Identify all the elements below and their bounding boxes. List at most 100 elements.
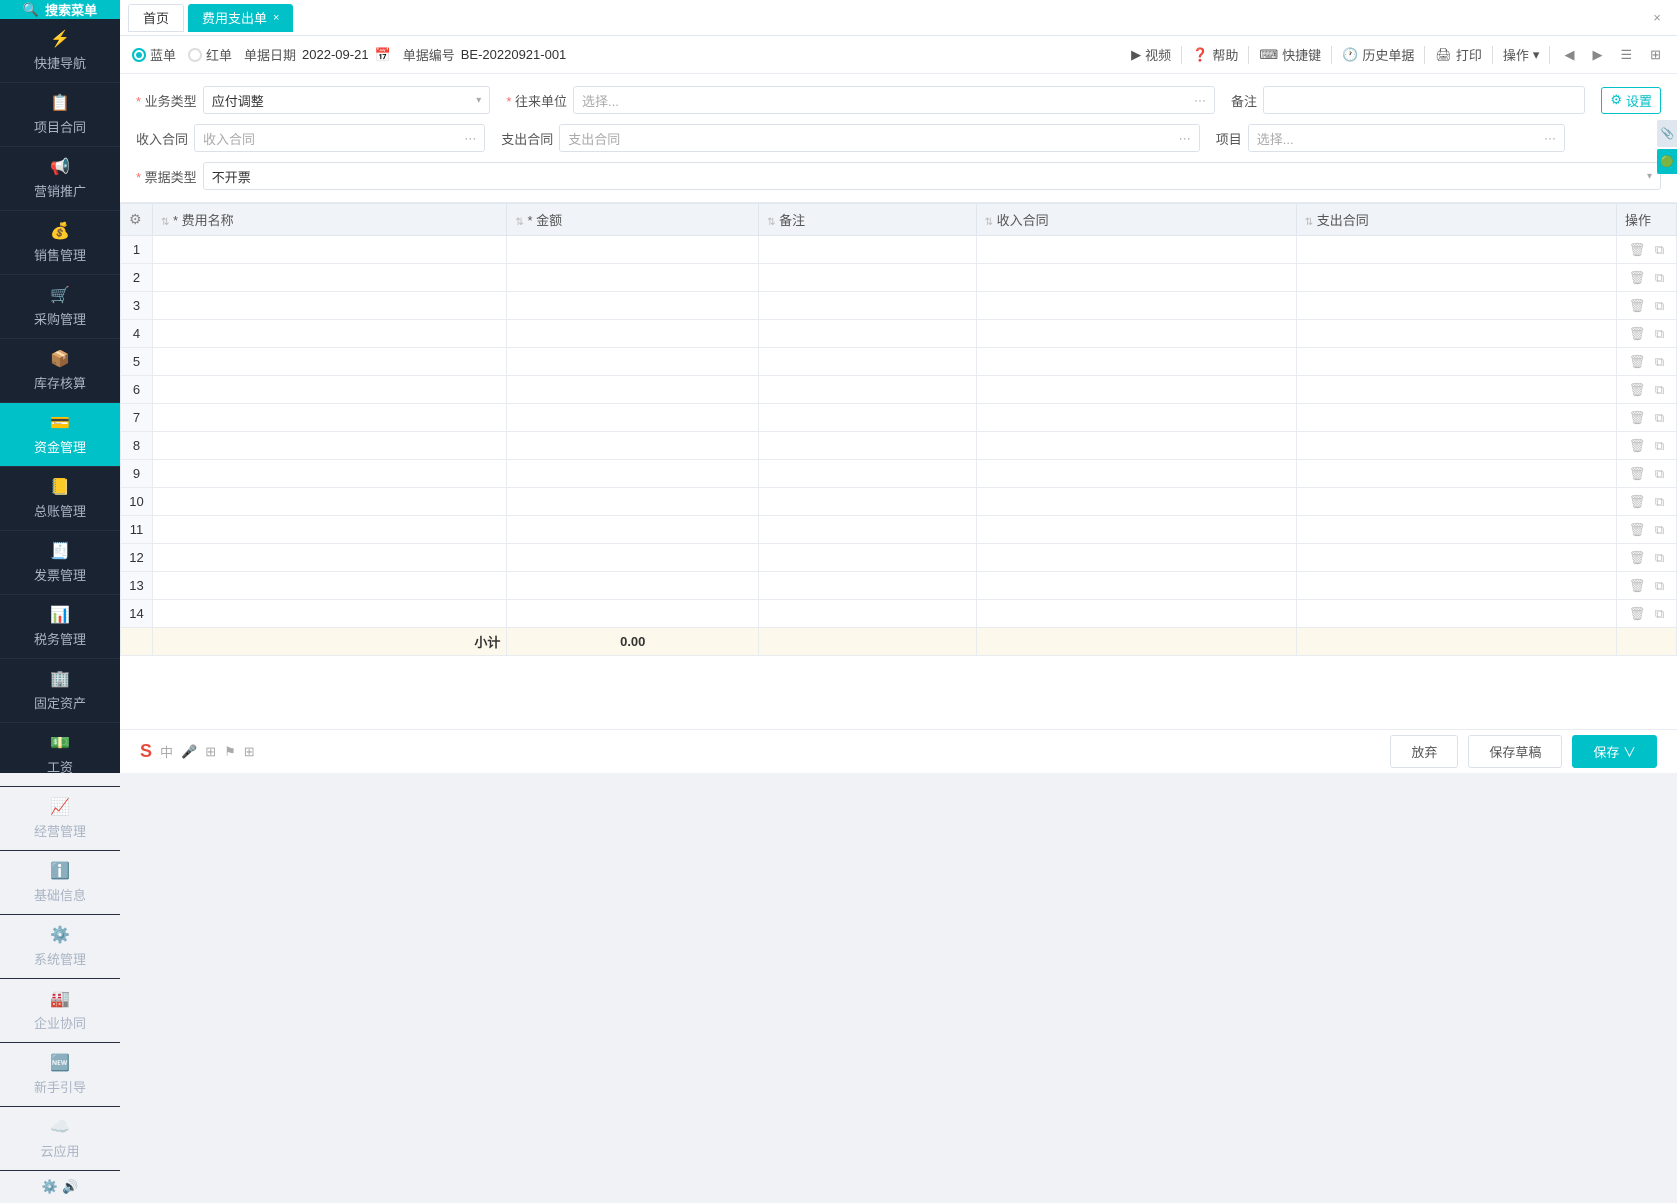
flag-icon[interactable]: ⚑ xyxy=(224,744,236,760)
table-row[interactable]: 3 🗑 ⧉ xyxy=(121,292,1677,320)
config-col-header[interactable]: ⚙ xyxy=(121,204,153,236)
cell-income-contract[interactable] xyxy=(976,320,1296,348)
invoice-type-select[interactable]: 不开票 ▾ xyxy=(203,162,1661,190)
income-contract-select[interactable]: 收入合同 ··· xyxy=(194,124,485,152)
cell-remark[interactable] xyxy=(759,264,976,292)
attachment-btn[interactable]: 📎 xyxy=(1657,120,1677,147)
sort-arrows2[interactable]: ⇅ xyxy=(515,217,523,228)
settings-button[interactable]: ⚙ 设置 xyxy=(1601,87,1661,114)
sidebar-search[interactable]: 🔍 搜索菜单 xyxy=(0,0,120,19)
delete-icon[interactable]: 🗑 xyxy=(1629,438,1646,453)
cell-income-contract[interactable] xyxy=(976,264,1296,292)
cell-name[interactable] xyxy=(153,264,507,292)
save-draft-button[interactable]: 保存草稿 xyxy=(1468,735,1562,768)
expense-contract-select[interactable]: 支出合同 ··· xyxy=(559,124,1199,152)
sidebar-item-invoice[interactable]: 🧾 发票管理 xyxy=(0,531,120,595)
sort-arrows5[interactable]: ⇅ xyxy=(1305,217,1313,228)
tab-expense[interactable]: 费用支出单 × xyxy=(188,4,293,32)
sidebar-item-capital[interactable]: 💳 资金管理 xyxy=(0,403,120,467)
shortcuts-btn[interactable]: ⌨ 快捷键 xyxy=(1259,45,1321,64)
copy-icon[interactable]: ⧉ xyxy=(1655,382,1664,397)
cell-name[interactable] xyxy=(153,236,507,264)
cell-amount[interactable] xyxy=(507,544,759,572)
table-row[interactable]: 13 🗑 ⧉ xyxy=(121,572,1677,600)
cell-income-contract[interactable] xyxy=(976,460,1296,488)
date-value[interactable]: 2022-09-21 xyxy=(302,47,369,62)
cell-name[interactable] xyxy=(153,404,507,432)
copy-icon[interactable]: ⧉ xyxy=(1655,606,1664,621)
sidebar-item-new-guide[interactable]: 🆕 新手引导 xyxy=(0,1043,120,1107)
sidebar-item-system[interactable]: ⚙️ 系统管理 xyxy=(0,915,120,979)
cell-remark[interactable] xyxy=(759,572,976,600)
sidebar-item-operations[interactable]: 📈 经营管理 xyxy=(0,787,120,851)
cell-expense-contract[interactable] xyxy=(1296,236,1616,264)
table-row[interactable]: 10 🗑 ⧉ xyxy=(121,488,1677,516)
sidebar-item-fixed-assets[interactable]: 🏢 固定资产 xyxy=(0,659,120,723)
table-row[interactable]: 1 🗑 ⧉ xyxy=(121,236,1677,264)
delete-icon[interactable]: 🗑 xyxy=(1629,522,1646,537)
table-row[interactable]: 2 🗑 ⧉ xyxy=(121,264,1677,292)
next-icon[interactable]: ▶ xyxy=(1588,45,1606,65)
table-row[interactable]: 8 🗑 ⧉ xyxy=(121,432,1677,460)
cell-name[interactable] xyxy=(153,432,507,460)
cell-name[interactable] xyxy=(153,572,507,600)
delete-icon[interactable]: 🗑 xyxy=(1629,270,1646,285)
cell-expense-contract[interactable] xyxy=(1296,348,1616,376)
cell-income-contract[interactable] xyxy=(976,544,1296,572)
sidebar-item-enterprise[interactable]: 🏭 企业协同 xyxy=(0,979,120,1043)
counterpart-select[interactable]: 选择... ··· xyxy=(573,86,1215,114)
radio-blue[interactable]: 蓝单 xyxy=(132,45,176,64)
table-row[interactable]: 5 🗑 ⧉ xyxy=(121,348,1677,376)
copy-icon[interactable]: ⧉ xyxy=(1655,578,1664,593)
cell-expense-contract[interactable] xyxy=(1296,572,1616,600)
sidebar-item-basic-info[interactable]: ℹ️ 基础信息 xyxy=(0,851,120,915)
video-btn[interactable]: ▶ 视频 xyxy=(1131,45,1171,64)
window-close-button[interactable]: × xyxy=(1645,6,1669,30)
green-float-btn[interactable]: 🟢 xyxy=(1657,149,1677,174)
cell-expense-contract[interactable] xyxy=(1296,404,1616,432)
table-row[interactable]: 11 🗑 ⧉ xyxy=(121,516,1677,544)
discard-button[interactable]: 放弃 xyxy=(1390,735,1458,768)
copy-icon[interactable]: ⧉ xyxy=(1655,438,1664,453)
sidebar-item-tax[interactable]: 📊 税务管理 xyxy=(0,595,120,659)
delete-icon[interactable]: 🗑 xyxy=(1629,326,1646,341)
sidebar-item-cloud-app[interactable]: ☁️ 云应用 xyxy=(0,1107,120,1171)
cell-name[interactable] xyxy=(153,488,507,516)
copy-icon[interactable]: ⧉ xyxy=(1655,354,1664,369)
cell-amount[interactable] xyxy=(507,292,759,320)
copy-icon[interactable]: ⧉ xyxy=(1655,550,1664,565)
cell-expense-contract[interactable] xyxy=(1296,264,1616,292)
sort-arrows4[interactable]: ⇅ xyxy=(985,217,993,228)
tab-home[interactable]: 首页 xyxy=(128,4,184,32)
table-row[interactable]: 7 🗑 ⧉ xyxy=(121,404,1677,432)
delete-icon[interactable]: 🗑 xyxy=(1629,242,1646,257)
delete-icon[interactable]: 🗑 xyxy=(1629,382,1646,397)
sidebar-item-purchase[interactable]: 🛒 采购管理 xyxy=(0,275,120,339)
calendar-icon[interactable]: 📅 xyxy=(375,47,391,63)
sort-arrows3[interactable]: ⇅ xyxy=(767,217,775,228)
list-view-icon[interactable]: ☰ xyxy=(1616,45,1636,65)
cell-remark[interactable] xyxy=(759,236,976,264)
radio-red[interactable]: 红单 xyxy=(188,45,232,64)
sidebar-item-project-contract[interactable]: 📋 项目合同 xyxy=(0,83,120,147)
cell-amount[interactable] xyxy=(507,600,759,628)
sidebar-item-inventory[interactable]: 📦 库存核算 xyxy=(0,339,120,403)
project-select[interactable]: 选择... ··· xyxy=(1248,124,1565,152)
copy-icon[interactable]: ⧉ xyxy=(1655,494,1664,509)
cell-amount[interactable] xyxy=(507,348,759,376)
cell-expense-contract[interactable] xyxy=(1296,544,1616,572)
cell-remark[interactable] xyxy=(759,516,976,544)
sidebar-item-marketing[interactable]: 📢 营销推广 xyxy=(0,147,120,211)
copy-icon[interactable]: ⧉ xyxy=(1655,242,1664,257)
cell-expense-contract[interactable] xyxy=(1296,460,1616,488)
cell-remark[interactable] xyxy=(759,348,976,376)
project-dots[interactable]: ··· xyxy=(1544,131,1556,145)
cell-remark[interactable] xyxy=(759,460,976,488)
cell-name[interactable] xyxy=(153,516,507,544)
cell-remark[interactable] xyxy=(759,432,976,460)
delete-icon[interactable]: 🗑 xyxy=(1629,578,1646,593)
delete-icon[interactable]: 🗑 xyxy=(1629,494,1646,509)
cell-income-contract[interactable] xyxy=(976,600,1296,628)
zhong-icon[interactable]: 中 xyxy=(160,742,173,761)
cell-expense-contract[interactable] xyxy=(1296,292,1616,320)
